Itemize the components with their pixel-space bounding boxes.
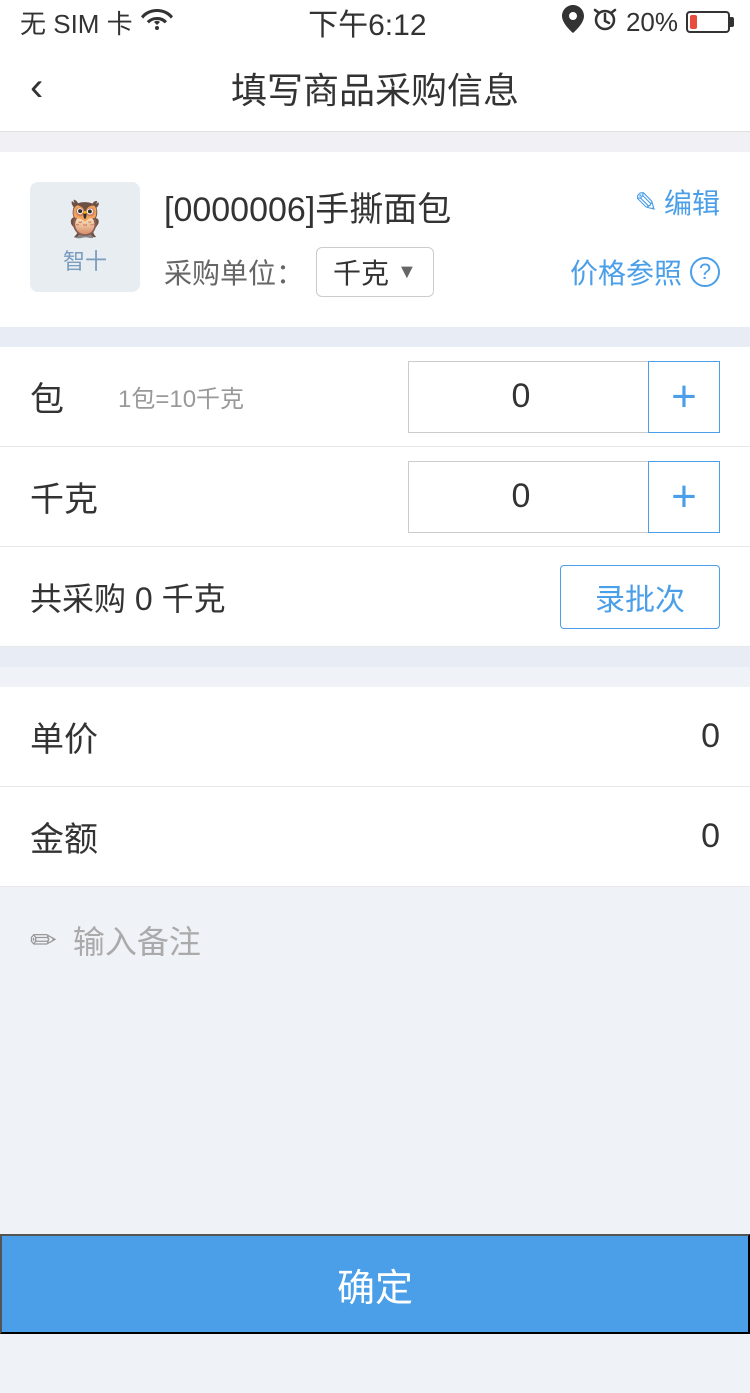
notes-section[interactable]: ✏ 输入备注 <box>0 887 750 993</box>
bag-label: 包 <box>30 372 110 421</box>
price-ref-button[interactable]: 价格参照 ? <box>570 252 720 292</box>
location-icon <box>562 5 584 40</box>
unit-value: 千克 <box>333 252 389 292</box>
product-card: 🦉 智十 [0000006]手撕面包 采购单位： 千克 ▼ 价格参照 ? ✎ 编… <box>0 152 750 327</box>
kg-label: 千克 <box>30 472 110 521</box>
status-bar: 无 SIM 卡 下午6:12 20% <box>0 0 750 44</box>
notes-placeholder: 输入备注 <box>73 917 201 963</box>
kg-plus-button[interactable]: + <box>648 461 720 533</box>
bag-input-row: 包 1包=10千克 + <box>0 347 750 447</box>
price-ref-label: 价格参照 <box>570 252 682 292</box>
battery-icon <box>686 11 730 33</box>
page-title: 填写商品采购信息 <box>231 62 519 114</box>
kg-input-wrap: + <box>408 461 720 533</box>
unit-price-row: 单价 0 <box>0 687 750 787</box>
unit-price-value: 0 <box>701 717 720 756</box>
edit-label: 编辑 <box>664 182 720 222</box>
status-bar-left: 无 SIM 卡 <box>20 4 173 41</box>
wifi-icon <box>141 7 173 38</box>
unit-price-label: 单价 <box>30 712 98 761</box>
status-bar-time: 下午6:12 <box>308 0 426 44</box>
back-button[interactable]: ‹ <box>30 65 43 110</box>
product-image-brand: 智十 <box>63 244 107 276</box>
alarm-icon <box>592 5 618 40</box>
kg-input[interactable] <box>408 461 648 533</box>
amount-row: 金额 0 <box>0 787 750 887</box>
unit-dropdown-arrow: ▼ <box>397 261 417 284</box>
unit-label: 采购单位： <box>164 252 304 292</box>
total-row: 共采购 0 千克 录批次 <box>0 547 750 647</box>
kg-input-row: 千克 + <box>0 447 750 547</box>
price-ref-icon: ? <box>690 257 720 287</box>
product-image: 🦉 智十 <box>30 182 140 292</box>
product-unit-row: 采购单位： 千克 ▼ 价格参照 ? <box>164 247 720 297</box>
main-content: 🦉 智十 [0000006]手撕面包 采购单位： 千克 ▼ 价格参照 ? ✎ 编… <box>0 152 750 1393</box>
section-divider-2 <box>0 647 750 667</box>
status-bar-right: 20% <box>562 5 730 40</box>
bag-sublabel: 1包=10千克 <box>118 379 244 414</box>
bag-plus-button[interactable]: + <box>648 361 720 433</box>
nav-bar: ‹ 填写商品采购信息 <box>0 44 750 132</box>
section-divider-1 <box>0 327 750 347</box>
notes-icon: ✏ <box>30 921 57 959</box>
amount-value: 0 <box>701 817 720 856</box>
price-section: 单价 0 金额 0 <box>0 687 750 887</box>
confirm-button[interactable]: 确定 <box>0 1234 750 1334</box>
battery-percentage: 20% <box>626 7 678 38</box>
amount-label: 金额 <box>30 812 98 861</box>
batch-button[interactable]: 录批次 <box>560 565 720 629</box>
unit-selector[interactable]: 千克 ▼ <box>316 247 434 297</box>
total-label: 共采购 0 千克 <box>30 574 226 620</box>
edit-icon: ✎ <box>635 186 658 219</box>
sim-text: 无 SIM 卡 <box>20 4 133 41</box>
bag-input[interactable] <box>408 361 648 433</box>
edit-button[interactable]: ✎ 编辑 <box>635 182 720 222</box>
bag-input-wrap: + <box>408 361 720 433</box>
input-section: 包 1包=10千克 + 千克 + 共采购 0 千克 录批次 <box>0 347 750 647</box>
product-image-icon: 🦉 <box>63 198 108 240</box>
